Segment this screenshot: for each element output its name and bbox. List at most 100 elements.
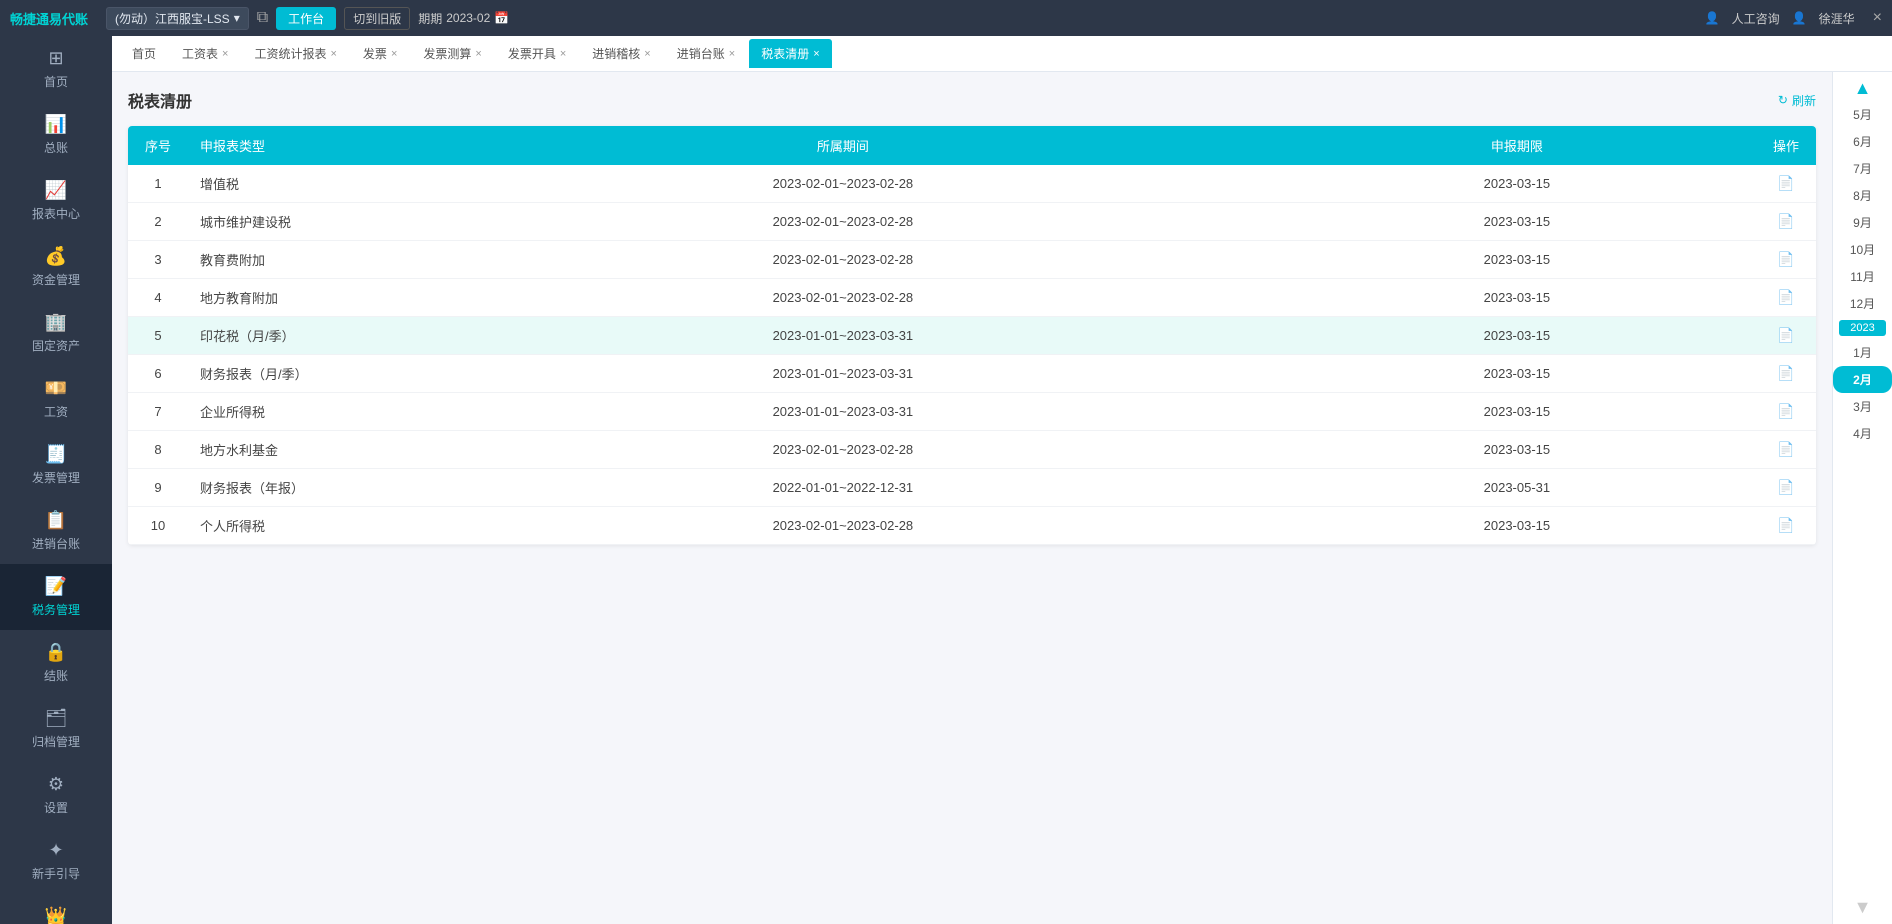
action-icon[interactable]: 📄 [1777, 213, 1794, 229]
cell-deadline: 2023-03-15 [1278, 165, 1756, 203]
sidebar-item-home[interactable]: ⊞ 首页 [0, 36, 112, 102]
tab-invoice-calc-close[interactable]: × [475, 48, 481, 60]
sidebar-item-fund[interactable]: 💰 资金管理 [0, 234, 112, 300]
sidebar-label-guide: 新手引导 [32, 865, 80, 882]
tab-purchase-ledger[interactable]: 进销台账 × [665, 39, 747, 68]
action-icon[interactable]: 📄 [1777, 289, 1794, 305]
company-selector[interactable]: (勿动）江西服宝-LSS ▾ [106, 7, 249, 30]
sidebar-item-assets[interactable]: 🏢 固定资产 [0, 300, 112, 366]
tab-wage-table-close[interactable]: × [222, 48, 228, 60]
period-month-11[interactable]: 11月 [1833, 263, 1892, 290]
action-icon[interactable]: 📄 [1777, 251, 1794, 267]
sidebar-item-settings[interactable]: ⚙ 设置 [0, 762, 112, 828]
period-down-button[interactable]: ▼ [1852, 895, 1874, 920]
period-month-2[interactable]: 2月 [1833, 366, 1892, 393]
period-label: 期期 [418, 10, 442, 27]
guide-icon: ✦ [48, 840, 63, 861]
period-value: 2023-02 [446, 11, 490, 25]
user-avatar: 👤 [1792, 11, 1807, 25]
period-month-6[interactable]: 6月 [1833, 128, 1892, 155]
col-no: 序号 [128, 126, 188, 165]
tab-wage-table[interactable]: 工资表 × [170, 39, 240, 68]
refresh-button[interactable]: ↻ 刷新 [1778, 92, 1816, 109]
table-row: 7 企业所得税 2023-01-01~2023-03-31 2023-03-15… [128, 393, 1816, 431]
top-bar: 畅捷通易代账 (勿动）江西服宝-LSS ▾ ⧉ 工作台 切到旧版 期期 2023… [0, 0, 1892, 36]
sidebar-item-guide[interactable]: ✦ 新手引导 [0, 828, 112, 894]
col-deadline: 申报期限 [1278, 126, 1756, 165]
sidebar-item-sales[interactable]: 📋 进销台账 [0, 498, 112, 564]
cell-type: 印花税（月/季） [188, 317, 408, 355]
cell-action: 📄 [1756, 203, 1816, 241]
sidebar-item-archive[interactable]: 🗂 归档管理 [0, 696, 112, 762]
period-month-4[interactable]: 4月 [1833, 420, 1892, 447]
sidebar-item-invoice[interactable]: 🧾 发票管理 [0, 432, 112, 498]
cell-action: 📄 [1756, 355, 1816, 393]
workbench-button[interactable]: 工作台 [276, 7, 336, 30]
tab-wage-stat[interactable]: 工资统计报表 × [242, 39, 348, 68]
cell-type: 增值税 [188, 165, 408, 203]
close-button[interactable]: × [1873, 9, 1882, 27]
sidebar-label-assets: 固定资产 [32, 337, 80, 354]
sidebar-item-report[interactable]: 📈 报表中心 [0, 168, 112, 234]
table-body: 1 增值税 2023-02-01~2023-02-28 2023-03-15 📄… [128, 165, 1816, 545]
tab-invoice[interactable]: 发票 × [351, 39, 409, 68]
tab-home-label: 首页 [132, 45, 156, 62]
col-action: 操作 [1756, 126, 1816, 165]
ledger-icon: 📊 [45, 114, 67, 135]
action-icon[interactable]: 📄 [1777, 327, 1794, 343]
period-up-button[interactable]: ▲ [1852, 76, 1874, 101]
sidebar-label-invoice: 发票管理 [32, 469, 80, 486]
period-month-10[interactable]: 10月 [1833, 236, 1892, 263]
period-month-8[interactable]: 8月 [1833, 182, 1892, 209]
switch-button[interactable]: 切到旧版 [344, 7, 410, 30]
action-icon[interactable]: 📄 [1777, 479, 1794, 495]
action-icon[interactable]: 📄 [1777, 175, 1794, 191]
period-month-9[interactable]: 9月 [1833, 209, 1892, 236]
action-icon[interactable]: 📄 [1777, 403, 1794, 419]
cell-period: 2023-02-01~2023-02-28 [408, 507, 1278, 545]
sidebar-item-close[interactable]: 🔒 结账 [0, 630, 112, 696]
cell-period: 2022-01-01~2022-12-31 [408, 469, 1278, 507]
tab-wage-stat-close[interactable]: × [330, 48, 336, 60]
cell-action: 📄 [1756, 431, 1816, 469]
period-month-12[interactable]: 12月 [1833, 290, 1892, 317]
action-icon[interactable]: 📄 [1777, 365, 1794, 381]
cell-action: 📄 [1756, 507, 1816, 545]
cell-period: 2023-01-01~2023-03-31 [408, 317, 1278, 355]
cell-no: 4 [128, 279, 188, 317]
sidebar-item-tax[interactable]: 📝 税务管理 [0, 564, 112, 630]
user-service[interactable]: 人工咨询 [1732, 10, 1780, 27]
assets-icon: 🏢 [45, 312, 67, 333]
action-icon[interactable]: 📄 [1777, 517, 1794, 533]
refresh-label: 刷新 [1792, 92, 1816, 109]
period-month-7[interactable]: 7月 [1833, 155, 1892, 182]
close-accounts-icon: 🔒 [45, 642, 67, 663]
tab-tax-clear[interactable]: 税表清册 × [749, 39, 831, 68]
sidebar-item-ledger[interactable]: 📊 总账 [0, 102, 112, 168]
tab-invoice-open-close[interactable]: × [560, 48, 566, 60]
table-row: 2 城市维护建设税 2023-02-01~2023-02-28 2023-03-… [128, 203, 1816, 241]
cell-type: 地方水利基金 [188, 431, 408, 469]
tab-purchase-check[interactable]: 进销稽核 × [580, 39, 662, 68]
tab-tax-clear-close[interactable]: × [813, 48, 819, 60]
wage-icon: 💴 [45, 378, 67, 399]
cell-action: 📄 [1756, 165, 1816, 203]
period-year-2023: 2023 [1839, 320, 1886, 336]
tab-invoice-open[interactable]: 发票开具 × [496, 39, 578, 68]
table-header: 序号 申报表类型 所属期间 申报期限 操作 [128, 126, 1816, 165]
sidebar-item-wage[interactable]: 💴 工资 [0, 366, 112, 432]
tab-home[interactable]: 首页 [120, 39, 168, 68]
sidebar: ⊞ 首页 📊 总账 📈 报表中心 💰 资金管理 🏢 固定资产 💴 工资 🧾 发票… [0, 36, 112, 924]
action-icon[interactable]: 📄 [1777, 441, 1794, 457]
period-month-5[interactable]: 5月 [1833, 101, 1892, 128]
tab-invoice-calc[interactable]: 发票测算 × [411, 39, 493, 68]
sidebar-label-report: 报表中心 [32, 205, 80, 222]
col-type: 申报表类型 [188, 126, 408, 165]
period-month-1[interactable]: 1月 [1833, 339, 1892, 366]
tab-invoice-close[interactable]: × [391, 48, 397, 60]
tab-purchase-check-close[interactable]: × [644, 48, 650, 60]
tab-purchase-ledger-label: 进销台账 [677, 45, 725, 62]
period-month-3[interactable]: 3月 [1833, 393, 1892, 420]
tab-purchase-ledger-close[interactable]: × [729, 48, 735, 60]
sidebar-item-member[interactable]: 👑 畅会员 [0, 894, 112, 924]
